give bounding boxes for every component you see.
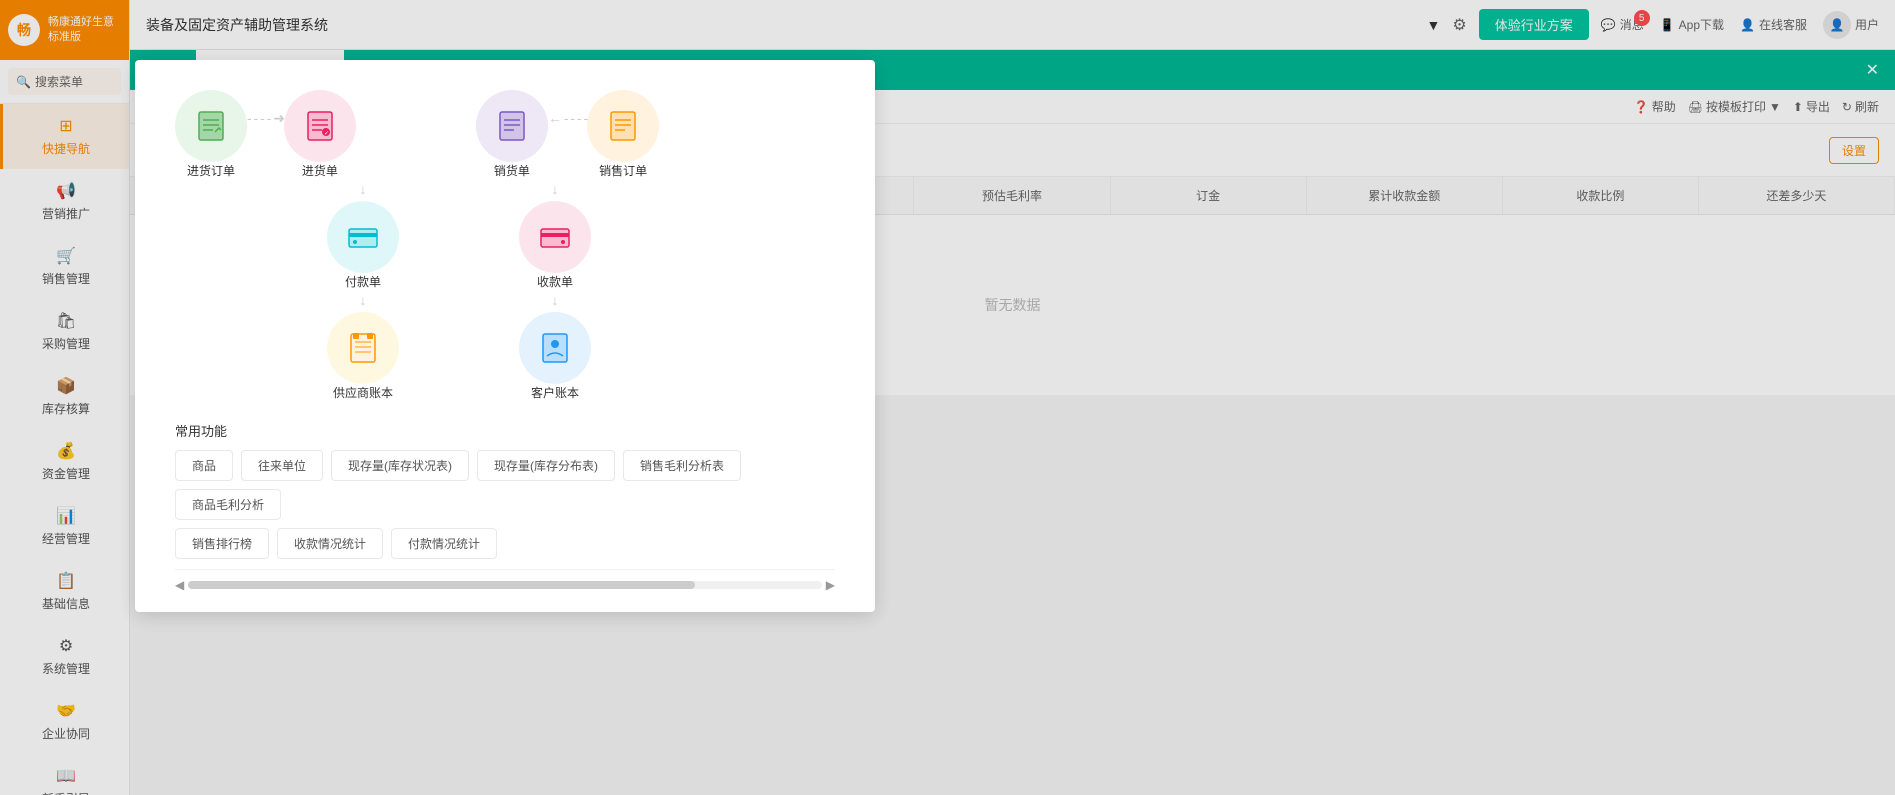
svg-text:✓: ✓ xyxy=(324,131,329,137)
purchase-bill-node: ✓ 进货单 xyxy=(284,90,356,179)
customer-account-node: 客户账本 xyxy=(519,312,591,401)
sales-bill-icon xyxy=(476,90,548,162)
common-functions: 常用功能 商品 往来单位 现存量(库存状况表) 现存量(库存分布表) 销售毛利分… xyxy=(175,421,835,559)
down-arrow-sales: ↓ xyxy=(519,181,591,197)
popup-overlay[interactable]: 进货订单 - - - - ➜ ✓ 进货单 xyxy=(0,0,1895,795)
func-btn-inventory-status[interactable]: 现存量(库存状况表) xyxy=(331,450,469,481)
sales-bill-node: 销货单 xyxy=(476,90,548,179)
purchase-order-icon xyxy=(175,90,247,162)
purchase-order-node: 进货订单 xyxy=(175,90,247,179)
sales-order-label: 销售订单 xyxy=(599,162,647,179)
customer-account-icon xyxy=(519,312,591,384)
supplier-account-icon xyxy=(327,312,399,384)
func-btn-sales-ranking[interactable]: 销售排行榜 xyxy=(175,528,269,559)
purchase-bill-label: 进货单 xyxy=(302,162,338,179)
flow-diagram: 进货订单 - - - - ➜ ✓ 进货单 xyxy=(175,90,835,401)
func-btn-sales-gross-analysis[interactable]: 销售毛利分析表 xyxy=(623,450,741,481)
supplier-account-label: 供应商账本 xyxy=(333,384,393,401)
arrow-sales-order-to-bill: ← - - - - xyxy=(548,110,587,126)
func-buttons-row1: 商品 往来单位 现存量(库存状况表) 现存量(库存分布表) 销售毛利分析表 商品… xyxy=(175,450,835,520)
func-btn-product-gross[interactable]: 商品毛利分析 xyxy=(175,489,281,520)
payment-node: 付款单 xyxy=(327,201,399,290)
scroll-track[interactable] xyxy=(188,581,822,589)
common-functions-title: 常用功能 xyxy=(175,421,835,440)
func-btn-inventory-dist[interactable]: 现存量(库存分布表) xyxy=(477,450,615,481)
func-buttons-row2: 销售排行榜 收款情况统计 付款情况统计 xyxy=(175,528,835,559)
payment-label: 付款单 xyxy=(345,273,381,290)
sales-bill-label: 销货单 xyxy=(494,162,530,179)
arrow-purchase-order-to-bill: - - - - ➜ xyxy=(247,110,284,127)
receipt-label: 收款单 xyxy=(537,273,573,290)
scroll-left-arrow[interactable]: ◀ xyxy=(175,578,184,592)
customer-account-label: 客户账本 xyxy=(531,384,579,401)
down-arrow-payment: ↓ xyxy=(327,292,399,308)
receipt-node: 收款单 xyxy=(519,201,591,290)
purchase-order-label: 进货订单 xyxy=(187,162,235,179)
scroll-thumb xyxy=(188,581,695,589)
sales-order-node: 销售订单 xyxy=(587,90,659,179)
func-btn-payment-stats[interactable]: 付款情况统计 xyxy=(391,528,497,559)
purchase-bill-icon: ✓ xyxy=(284,90,356,162)
func-btn-receipt-stats[interactable]: 收款情况统计 xyxy=(277,528,383,559)
func-btn-product[interactable]: 商品 xyxy=(175,450,233,481)
supplier-account-node: 供应商账本 xyxy=(327,312,399,401)
sales-order-icon xyxy=(587,90,659,162)
receipt-icon xyxy=(519,201,591,273)
popup-scrollbar[interactable]: ◀ ▶ xyxy=(175,569,835,592)
func-btn-related-unit[interactable]: 往来单位 xyxy=(241,450,323,481)
flow-popup: 进货订单 - - - - ➜ ✓ 进货单 xyxy=(135,60,875,612)
down-arrow-receipt: ↓ xyxy=(519,292,591,308)
scroll-right-arrow[interactable]: ▶ xyxy=(826,578,835,592)
down-arrow-purchase: ↓ xyxy=(327,181,399,197)
payment-icon xyxy=(327,201,399,273)
